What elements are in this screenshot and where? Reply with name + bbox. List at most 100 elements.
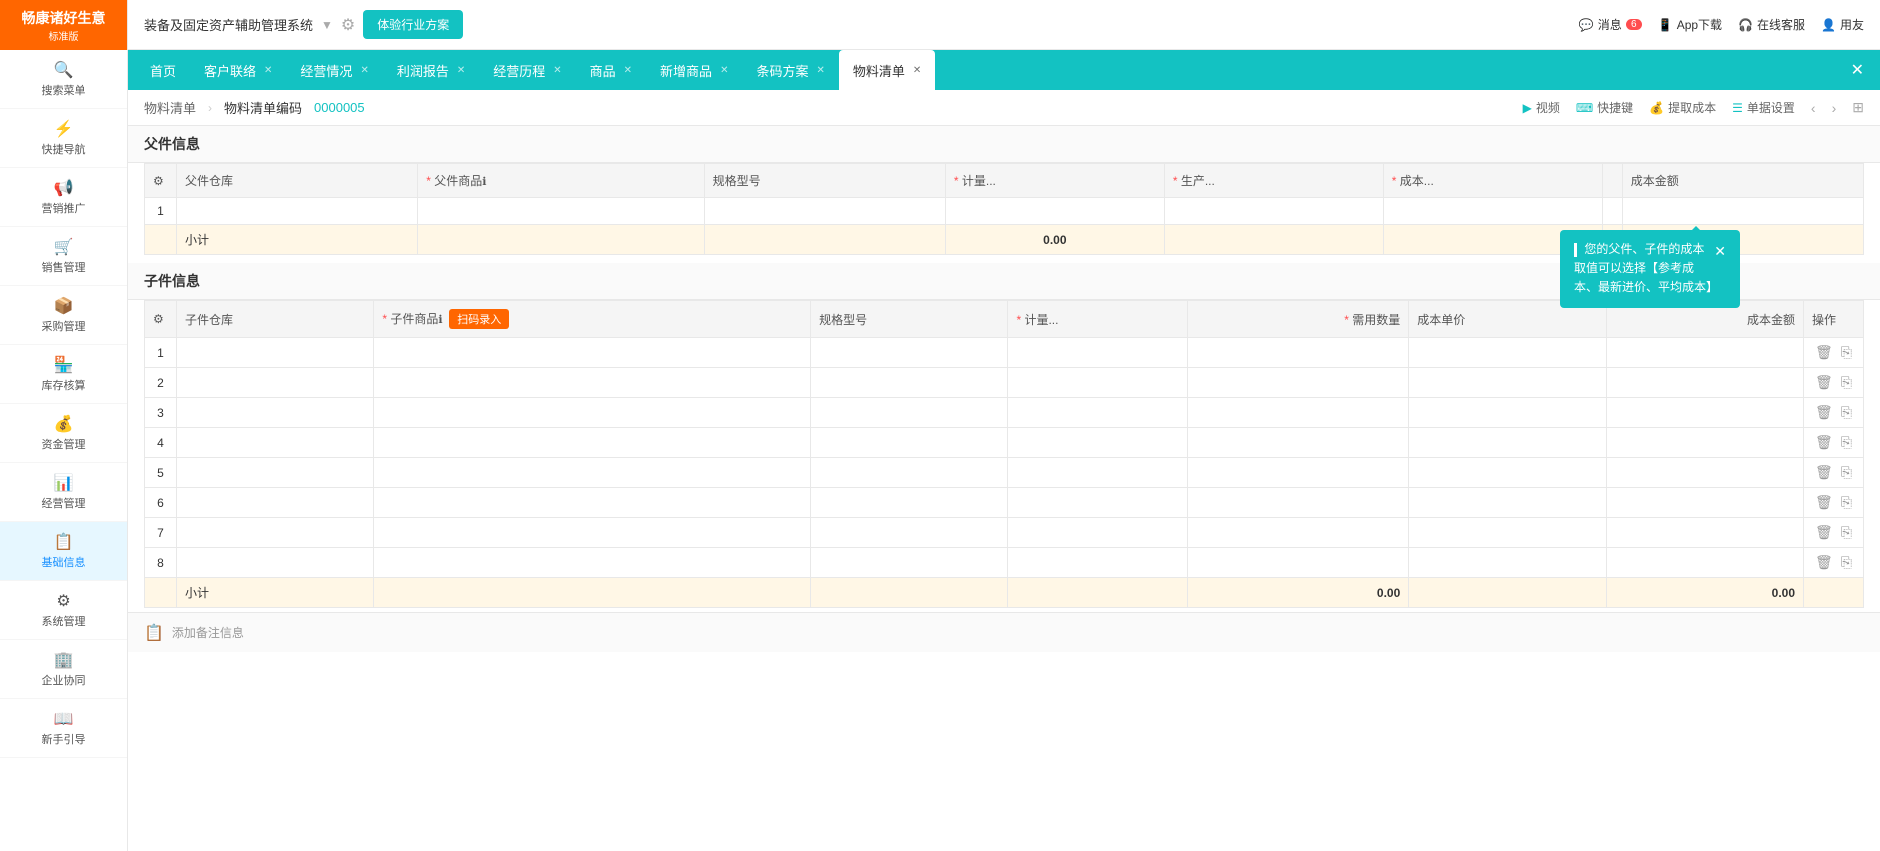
child-spec-cell[interactable] xyxy=(811,518,1008,548)
action-video[interactable]: ▶ 视频 xyxy=(1523,99,1560,116)
copy-row-button[interactable]: ⎘ xyxy=(1841,524,1852,541)
copy-row-button[interactable]: ⎘ xyxy=(1841,434,1852,451)
child-warehouse-cell[interactable] xyxy=(177,428,374,458)
child-quantity-cell[interactable] xyxy=(1008,518,1187,548)
child-goods-cell[interactable] xyxy=(374,458,811,488)
child-spec-cell[interactable] xyxy=(811,458,1008,488)
copy-row-button[interactable]: ⎘ xyxy=(1841,344,1852,361)
child-needed-cell[interactable] xyxy=(1187,518,1409,548)
child-needed-cell[interactable] xyxy=(1187,398,1409,428)
delete-row-button[interactable]: 🗑 xyxy=(1815,464,1833,481)
delete-row-button[interactable]: 🗑 xyxy=(1815,494,1833,511)
sidebar-item-inventory[interactable]: 🏪 库存核算 xyxy=(0,345,127,404)
child-unit-cost-cell[interactable] xyxy=(1409,428,1606,458)
scan-button[interactable]: 扫码录入 xyxy=(449,309,509,329)
child-quantity-cell[interactable] xyxy=(1008,398,1187,428)
child-warehouse-cell[interactable] xyxy=(177,368,374,398)
copy-row-button[interactable]: ⎘ xyxy=(1841,374,1852,391)
parent-cost-cell[interactable] xyxy=(1383,198,1602,225)
user-item[interactable]: 👤 用友 xyxy=(1821,16,1864,33)
child-unit-cost-cell[interactable] xyxy=(1409,368,1606,398)
child-warehouse-cell[interactable] xyxy=(177,338,374,368)
tab-barcode[interactable]: 条码方案 ✕ xyxy=(742,50,838,90)
child-unit-cost-cell[interactable] xyxy=(1409,458,1606,488)
delete-row-button[interactable]: 🗑 xyxy=(1815,374,1833,391)
child-warehouse-cell[interactable] xyxy=(177,548,374,578)
delete-row-button[interactable]: 🗑 xyxy=(1815,344,1833,361)
child-spec-cell[interactable] xyxy=(811,338,1008,368)
copy-row-button[interactable]: ⎘ xyxy=(1841,404,1852,421)
app-download-item[interactable]: 📱 App下载 xyxy=(1658,16,1722,33)
tab-customer[interactable]: 客户联络 ✕ xyxy=(190,50,286,90)
child-quantity-cell[interactable] xyxy=(1008,548,1187,578)
sidebar-item-enterprise[interactable]: 🏢 企业协同 xyxy=(0,640,127,699)
tab-profit-close[interactable]: ✕ xyxy=(457,65,465,76)
delete-row-button[interactable]: 🗑 xyxy=(1815,434,1833,451)
child-needed-cell[interactable] xyxy=(1187,548,1409,578)
child-quantity-cell[interactable] xyxy=(1008,338,1187,368)
child-col-settings[interactable]: ⚙ xyxy=(145,301,177,338)
child-quantity-cell[interactable] xyxy=(1008,488,1187,518)
tab-barcode-close[interactable]: ✕ xyxy=(816,65,824,76)
child-warehouse-cell[interactable] xyxy=(177,458,374,488)
child-needed-cell[interactable] xyxy=(1187,488,1409,518)
child-goods-cell[interactable] xyxy=(374,368,811,398)
child-needed-cell[interactable] xyxy=(1187,428,1409,458)
child-warehouse-cell[interactable] xyxy=(177,518,374,548)
child-needed-cell[interactable] xyxy=(1187,338,1409,368)
parent-col-settings[interactable]: ⚙ xyxy=(145,164,177,198)
dropdown-arrow[interactable]: ▼ xyxy=(321,18,333,32)
settings-icon[interactable]: ⚙ xyxy=(341,15,355,35)
tab-new-goods-close[interactable]: ✕ xyxy=(720,65,728,76)
trial-button[interactable]: 体验行业方案 xyxy=(363,10,463,39)
child-goods-cell[interactable] xyxy=(374,428,811,458)
tab-profit[interactable]: 利润报告 ✕ xyxy=(383,50,479,90)
tab-bom-close[interactable]: ✕ xyxy=(913,65,921,76)
sidebar-item-operations[interactable]: 📊 经营管理 xyxy=(0,463,127,522)
tab-operations-close[interactable]: ✕ xyxy=(360,65,368,76)
child-warehouse-cell[interactable] xyxy=(177,398,374,428)
child-unit-cost-cell[interactable] xyxy=(1409,338,1606,368)
action-cost[interactable]: 💰 提取成本 xyxy=(1649,99,1716,116)
child-spec-cell[interactable] xyxy=(811,398,1008,428)
sidebar-item-finance[interactable]: 💰 资金管理 xyxy=(0,404,127,463)
child-quantity-cell[interactable] xyxy=(1008,428,1187,458)
sidebar-item-system[interactable]: ⚙ 系统管理 xyxy=(0,581,127,640)
parent-warehouse-cell[interactable] xyxy=(177,198,418,225)
tab-goods-close[interactable]: ✕ xyxy=(624,65,632,76)
child-spec-cell[interactable] xyxy=(811,548,1008,578)
sidebar-item-purchase[interactable]: 📦 采购管理 xyxy=(0,286,127,345)
copy-row-button[interactable]: ⎘ xyxy=(1841,494,1852,511)
copy-row-button[interactable]: ⎘ xyxy=(1841,464,1852,481)
parent-production-cell[interactable] xyxy=(1164,198,1383,225)
child-warehouse-cell[interactable] xyxy=(177,488,374,518)
child-spec-cell[interactable] xyxy=(811,488,1008,518)
tab-operations[interactable]: 经营情况 ✕ xyxy=(286,50,382,90)
child-unit-cost-cell[interactable] xyxy=(1409,548,1606,578)
child-spec-cell[interactable] xyxy=(811,428,1008,458)
parent-spec-cell[interactable] xyxy=(704,198,945,225)
child-unit-cost-cell[interactable] xyxy=(1409,488,1606,518)
child-quantity-cell[interactable] xyxy=(1008,458,1187,488)
sidebar-item-basic-info[interactable]: 📋 基础信息 xyxy=(0,522,127,581)
copy-row-button[interactable]: ⎘ xyxy=(1841,554,1852,571)
tab-bom[interactable]: 物料清单 ✕ xyxy=(839,50,935,90)
child-goods-cell[interactable] xyxy=(374,548,811,578)
message-item[interactable]: 💬 消息 6 xyxy=(1579,16,1642,33)
nav-prev[interactable]: ‹ xyxy=(1811,100,1816,116)
child-needed-cell[interactable] xyxy=(1187,368,1409,398)
sidebar-item-quicknav[interactable]: ⚡ 快捷导航 xyxy=(0,109,127,168)
sidebar-item-guide[interactable]: 📖 新手引导 xyxy=(0,699,127,758)
sidebar-item-sales[interactable]: 🛒 销售管理 xyxy=(0,227,127,286)
delete-row-button[interactable]: 🗑 xyxy=(1815,554,1833,571)
child-spec-cell[interactable] xyxy=(811,368,1008,398)
online-service-item[interactable]: 🎧 在线客服 xyxy=(1738,16,1805,33)
breadcrumb-parent[interactable]: 物料清单 xyxy=(144,98,196,117)
grid-view-icon[interactable]: ⊞ xyxy=(1852,99,1864,116)
delete-row-button[interactable]: 🗑 xyxy=(1815,524,1833,541)
child-goods-cell[interactable] xyxy=(374,338,811,368)
child-goods-cell[interactable] xyxy=(374,488,811,518)
tab-new-goods[interactable]: 新增商品 ✕ xyxy=(646,50,742,90)
nav-next[interactable]: › xyxy=(1832,100,1837,116)
child-goods-cell[interactable] xyxy=(374,518,811,548)
